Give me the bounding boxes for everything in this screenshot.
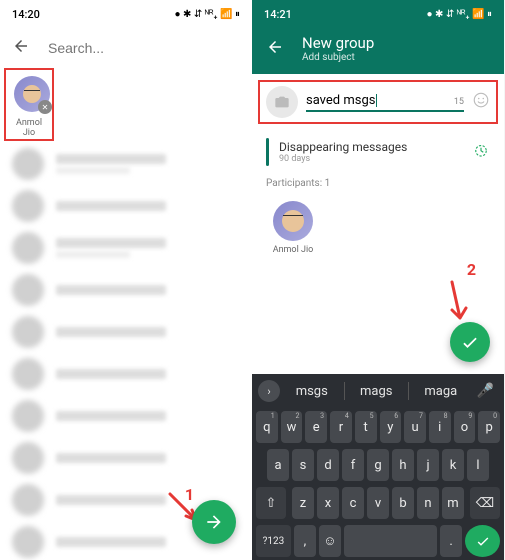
key-x[interactable]: x — [317, 487, 339, 519]
selected-contact-name: Anmol Jio — [10, 118, 48, 138]
participants-label: Participants: 1 — [252, 174, 504, 193]
contact-selection-screen: 14:20 ● ✱ ⇵ ᴺᴿ₊ 📶 ⏸ ✕ Anmol Jio 1 — [0, 0, 252, 560]
keyboard-row: ?123 , ☺ . — [252, 522, 504, 560]
period-key[interactable]: . — [440, 525, 462, 557]
new-group-screen: 14:21 ● ✱ ⇵ ᴺᴿ₊ 📶 ⏸ New group Add subjec… — [252, 0, 504, 560]
list-item[interactable] — [0, 437, 252, 479]
key-o[interactable]: o9 — [454, 411, 476, 443]
next-fab-button[interactable] — [192, 500, 236, 544]
keyboard-row: asdfghjkl — [252, 446, 504, 484]
key-y[interactable]: y6 — [380, 411, 402, 443]
annotation-arrow-icon — [434, 278, 474, 328]
status-bar: 14:21 ● ✱ ⇵ ᴺᴿ₊ 📶 ⏸ — [252, 0, 504, 28]
status-indicators: ● ✱ ⇵ ᴺᴿ₊ 📶 ⏸ — [174, 9, 240, 20]
remove-icon[interactable]: ✕ — [38, 100, 52, 114]
accent-bar — [266, 138, 269, 166]
participant-chip[interactable]: Anmol Jio — [266, 201, 320, 255]
list-item[interactable] — [0, 143, 252, 185]
arrow-right-icon — [204, 512, 224, 532]
key-l[interactable]: l — [467, 449, 489, 481]
timer-icon — [472, 141, 490, 163]
page-title: New group — [302, 34, 374, 52]
group-photo-button[interactable] — [266, 86, 298, 118]
key-h[interactable]: h — [392, 449, 414, 481]
key-c[interactable]: c — [342, 487, 364, 519]
backspace-key[interactable]: ⌫ — [470, 487, 500, 519]
status-indicators: ● ✱ ⇵ ᴺᴿ₊ 📶 ⏸ — [426, 9, 492, 20]
participant-name: Anmol Jio — [266, 245, 320, 255]
key-r[interactable]: r4 — [330, 411, 352, 443]
shift-key[interactable]: ⇧ — [256, 487, 286, 519]
list-item[interactable] — [0, 311, 252, 353]
app-header: New group Add subject — [252, 28, 504, 74]
confirm-fab-button[interactable] — [450, 322, 490, 362]
disappearing-title: Disappearing messages — [279, 140, 462, 154]
contact-list — [0, 141, 252, 560]
avatar — [273, 201, 313, 241]
key-i[interactable]: i8 — [429, 411, 451, 443]
status-time: 14:20 — [12, 8, 174, 21]
back-icon[interactable] — [12, 37, 30, 59]
search-bar — [0, 28, 252, 68]
emoji-key[interactable]: ☺ — [319, 525, 341, 557]
keyboard-row: ⇧ zxcvbnm ⌫ — [252, 484, 504, 522]
suggestion[interactable]: maga — [413, 384, 469, 399]
check-icon — [460, 332, 480, 352]
group-subject-highlight: saved msgs 15 — [258, 80, 498, 124]
space-key[interactable] — [344, 525, 437, 557]
key-u[interactable]: u7 — [404, 411, 426, 443]
key-q[interactable]: q1 — [256, 411, 278, 443]
selected-contact-chip[interactable]: ✕ — [14, 76, 50, 112]
annotation-step-2: 2 — [467, 260, 476, 279]
key-n[interactable]: n — [417, 487, 439, 519]
list-item[interactable] — [0, 185, 252, 227]
key-j[interactable]: j — [417, 449, 439, 481]
list-item[interactable] — [0, 269, 252, 311]
keyboard-row: q1w2e3r4t5y6u7i8o9p0 — [252, 408, 504, 446]
key-g[interactable]: g — [367, 449, 389, 481]
key-a[interactable]: a — [267, 449, 289, 481]
soft-keyboard: › msgs mags maga 🎤 q1w2e3r4t5y6u7i8o9p0 … — [252, 374, 504, 560]
disappearing-subtitle: 90 days — [279, 154, 462, 164]
key-b[interactable]: b — [392, 487, 414, 519]
key-d[interactable]: d — [317, 449, 339, 481]
comma-key[interactable]: , — [294, 525, 316, 557]
status-time: 14:21 — [264, 8, 426, 21]
key-e[interactable]: e3 — [305, 411, 327, 443]
key-f[interactable]: f — [342, 449, 364, 481]
key-t[interactable]: t5 — [355, 411, 377, 443]
camera-icon — [274, 94, 290, 110]
list-item[interactable] — [0, 353, 252, 395]
key-k[interactable]: k — [442, 449, 464, 481]
suggestion[interactable]: msgs — [284, 384, 340, 399]
mic-icon[interactable]: 🎤 — [473, 383, 498, 399]
list-item[interactable] — [0, 395, 252, 437]
key-v[interactable]: v — [367, 487, 389, 519]
back-icon[interactable] — [266, 38, 284, 60]
search-input[interactable] — [48, 40, 240, 56]
selected-contact-highlight: ✕ Anmol Jio — [4, 68, 54, 141]
expand-suggestions-icon[interactable]: › — [258, 380, 280, 402]
char-count: 15 — [454, 97, 464, 107]
key-w[interactable]: w2 — [281, 411, 303, 443]
symbols-key[interactable]: ?123 — [256, 525, 291, 557]
list-item[interactable] — [0, 227, 252, 269]
disappearing-messages-row[interactable]: Disappearing messages 90 days — [252, 130, 504, 174]
suggestion-bar: › msgs mags maga 🎤 — [252, 374, 504, 408]
key-m[interactable]: m — [442, 487, 464, 519]
status-bar: 14:20 ● ✱ ⇵ ᴺᴿ₊ 📶 ⏸ — [0, 0, 252, 28]
key-z[interactable]: z — [292, 487, 314, 519]
emoji-icon[interactable] — [472, 91, 490, 113]
page-subtitle: Add subject — [302, 52, 374, 64]
key-p[interactable]: p0 — [478, 411, 500, 443]
suggestion[interactable]: mags — [349, 384, 405, 399]
check-icon — [475, 533, 491, 549]
subject-input[interactable]: saved msgs 15 — [306, 93, 464, 112]
key-s[interactable]: s — [292, 449, 314, 481]
enter-key[interactable] — [465, 525, 500, 557]
